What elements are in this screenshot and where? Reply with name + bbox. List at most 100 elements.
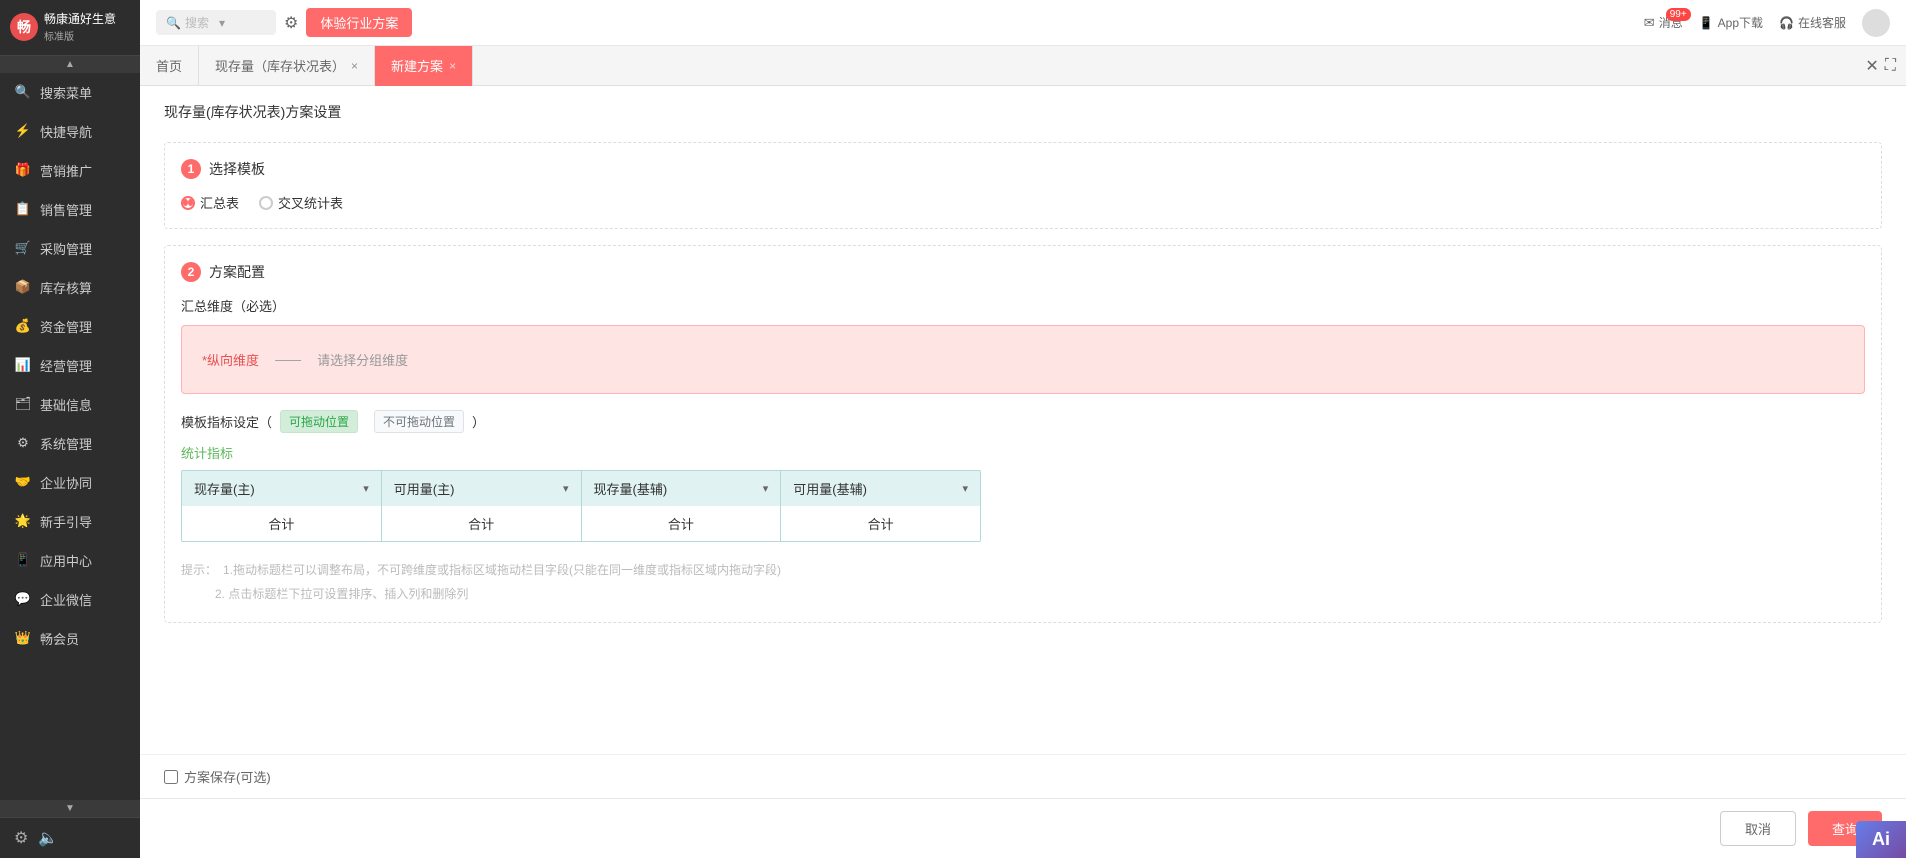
service-label: 在线客服 [1798,14,1846,31]
save-checkbox[interactable] [164,770,178,784]
radio-summary[interactable]: 汇总表 [181,193,239,212]
radio-summary-label: 汇总表 [200,193,239,212]
logo-icon: 畅 [10,13,38,41]
message-badge: 99+ [1666,8,1691,21]
tips-prefix: 提示： [181,558,217,582]
stats-table-body: 合计 合计 合计 合计 [182,506,980,541]
sidebar-item-basic[interactable]: 🗂 基础信息 [0,385,140,424]
sidebar-item-label-quick-nav: 快捷导航 [40,122,92,141]
stats-col-header-3[interactable]: 可用量(基辅) ▾ [781,471,980,506]
radio-cross[interactable]: 交叉统计表 [259,193,343,212]
stats-col-label-2: 现存量(基辅) [594,479,668,498]
topbar-message[interactable]: ✉ 消息 99+ [1644,14,1683,31]
sales-icon: 📋 [14,200,32,218]
col-chevron-1[interactable]: ▾ [563,482,569,495]
sidebar-item-label-appstore: 应用中心 [40,551,92,570]
topbar-search[interactable]: 🔍 搜索 ▾ [156,10,276,35]
content-inner: 现存量(库存状况表)方案设置 1 选择模板 汇总表 交 [140,86,1906,754]
audio-icon[interactable]: 🔈 [38,828,58,848]
tip2-text: 2. 点击标题栏下拉可设置排序、插入列和删除列 [215,582,468,606]
col-chevron-3[interactable]: ▾ [962,482,968,495]
purchase-icon: 🛒 [14,239,32,257]
app-download-label: App下载 [1718,14,1763,31]
stats-col-header-1[interactable]: 可用量(主) ▾ [382,471,582,506]
section2-title: 方案配置 [209,262,265,282]
service-icon: 🎧 [1779,16,1794,30]
sidebar-item-search[interactable]: 🔍 搜索菜单 [0,73,140,112]
stats-col-value-1: 合计 [394,514,569,533]
tab-inventory[interactable]: 现存量（库存状况表） × [199,46,375,86]
app-edition: 标准版 [44,28,116,43]
tab-home[interactable]: 首页 [140,46,199,86]
metrics-config-suffix: ） [472,412,485,431]
tab-expand-button[interactable]: ⛶ [1885,57,1896,75]
topbar-left: 🔍 搜索 ▾ ⚙ 体验行业方案 [156,8,1634,37]
radio-cross-circle[interactable] [259,196,273,210]
tab-new-scheme[interactable]: 新建方案 × [375,46,473,86]
tab-inventory-close[interactable]: × [351,59,358,73]
section1-num: 1 [181,159,201,179]
finance-icon: 💰 [14,317,32,335]
app-name: 畅康通好生意 [44,12,116,28]
sidebar-item-operations[interactable]: 📊 经营管理 [0,346,140,385]
sidebar-logo: 畅 畅康通好生意 标准版 [0,0,140,56]
sidebar-item-label-operations: 经营管理 [40,356,92,375]
sidebar-item-marketing[interactable]: 🎁 营销推广 [0,151,140,190]
section2-num: 2 [181,262,201,282]
settings-icon[interactable]: ⚙ [14,828,28,848]
sidebar-item-label-enterprise: 企业协同 [40,473,92,492]
sidebar-item-enterprise[interactable]: 🤝 企业协同 [0,463,140,502]
tip-row-2: 2. 点击标题栏下拉可设置排序、插入列和删除列 [181,582,1865,606]
sidebar-item-newbie[interactable]: 🌟 新手引导 [0,502,140,541]
user-avatar [1862,9,1890,37]
stats-col-header-0[interactable]: 现存量(主) ▾ [182,471,382,506]
ai-badge[interactable]: Ai [1856,821,1906,858]
sidebar-item-label-marketing: 营销推广 [40,161,92,180]
sidebar-item-label-sales: 销售管理 [40,200,92,219]
chevron-down-icon: ▾ [219,16,225,30]
stats-col-body-2: 合计 [582,506,782,541]
appstore-icon: 📱 [14,551,32,569]
sidebar-item-system[interactable]: ⚙ 系统管理 [0,424,140,463]
topbar-online-service[interactable]: 🎧 在线客服 [1779,14,1846,31]
sidebar-item-finance[interactable]: 💰 资金管理 [0,307,140,346]
dimension-select-placeholder[interactable]: 请选择分组维度 [317,350,408,369]
stats-col-label-1: 可用量(主) [394,479,455,498]
template-radio-group: 汇总表 交叉统计表 [181,193,1865,212]
tab-new-scheme-close[interactable]: × [449,59,456,73]
sidebar-item-label-finance: 资金管理 [40,317,92,336]
sidebar-item-quick-nav[interactable]: ⚡ 快捷导航 [0,112,140,151]
section-scheme-config: 2 方案配置 汇总维度（必选） *纵向维度 —— 请选择分组维度 模板指标设定（ [164,245,1882,623]
search-menu-icon: 🔍 [14,83,32,101]
radio-summary-circle[interactable] [181,196,195,210]
sidebar-scroll-up[interactable]: ▲ [0,56,140,73]
sidebar-item-inventory[interactable]: 📦 库存核算 [0,268,140,307]
tab-close-button[interactable]: ✕ [1865,56,1878,76]
experience-industry-button[interactable]: 体验行业方案 [306,8,412,37]
vip-icon: 👑 [14,629,32,647]
col-chevron-2[interactable]: ▾ [763,482,769,495]
quick-nav-icon: ⚡ [14,122,32,140]
sidebar-item-appstore[interactable]: 📱 应用中心 [0,541,140,580]
sidebar-item-vip[interactable]: 👑 畅会员 [0,619,140,658]
sidebar-item-label-newbie: 新手引导 [40,512,92,531]
sidebar-item-purchase[interactable]: 🛒 采购管理 [0,229,140,268]
sidebar-scroll-down[interactable]: ▼ [0,800,140,817]
stats-col-header-2[interactable]: 现存量(基辅) ▾ [582,471,782,506]
message-icon: ✉ [1644,15,1655,31]
sidebar-item-sales[interactable]: 📋 销售管理 [0,190,140,229]
sidebar-item-label-vip: 畅会员 [40,629,79,648]
sidebar: 畅 畅康通好生意 标准版 ▲ 🔍 搜索菜单 ⚡ 快捷导航 🎁 营销推广 📋 销售… [0,0,140,858]
stats-col-value-2: 合计 [594,514,769,533]
bottom-bar: 取消 查询 [140,798,1906,858]
tips-area: 提示： 1.拖动标题栏可以调整布局，不可跨维度或指标区域拖动栏目字段(只能在同一… [181,558,1865,606]
radio-cross-label: 交叉统计表 [278,193,343,212]
topbar-app-download[interactable]: 📱 App下载 [1699,14,1763,31]
stats-table: 现存量(主) ▾ 可用量(主) ▾ 现存量(基辅) ▾ 可用量(基辅) [181,470,981,542]
sidebar-item-wechat[interactable]: 💬 企业微信 [0,580,140,619]
sidebar-item-label-purchase: 采购管理 [40,239,92,258]
col-chevron-0[interactable]: ▾ [363,482,369,495]
topbar-gear-icon[interactable]: ⚙ [284,13,298,33]
cancel-button[interactable]: 取消 [1720,811,1796,846]
operations-icon: 📊 [14,356,32,374]
